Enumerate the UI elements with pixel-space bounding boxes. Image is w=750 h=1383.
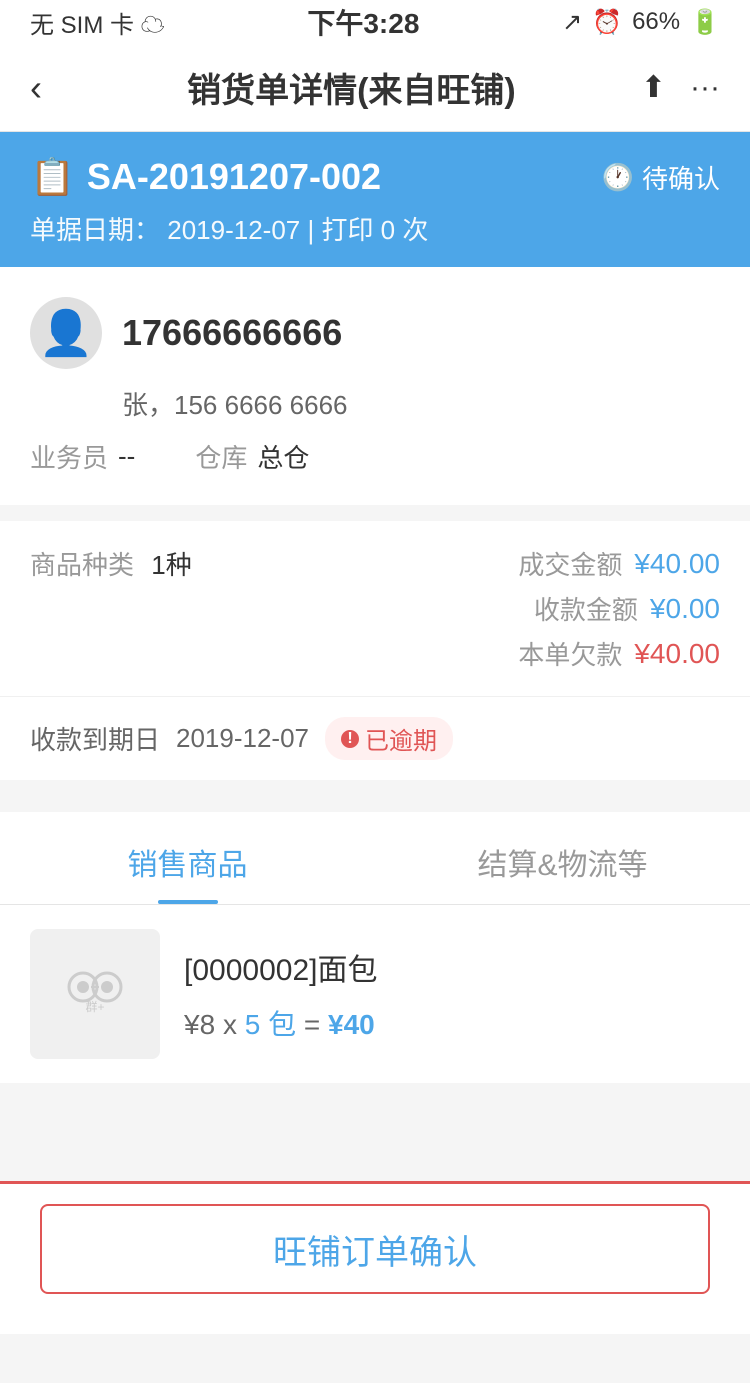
battery-icon: 🔋 <box>690 8 720 37</box>
tab-settlement[interactable]: 结算&物流等 <box>375 812 750 904</box>
page-title: 销货单详情(来自旺铺) <box>62 63 641 112</box>
location-icon: ↗ <box>562 8 582 37</box>
confirm-order-button[interactable]: 旺铺订单确认 <box>40 1204 710 1294</box>
divider-2 <box>0 780 750 796</box>
more-icon[interactable]: ··· <box>690 71 720 105</box>
product-qty: 5 <box>245 1009 261 1040</box>
price-equals: = <box>304 1009 328 1040</box>
order-status: 🕐 待确认 <box>602 159 720 196</box>
collected-label: 收款金额 <box>534 590 638 627</box>
nav-actions: ⬆ ··· <box>641 70 720 105</box>
date-label: 单据日期： <box>30 215 160 245</box>
thumb-logo: 群+ <box>45 964 145 1024</box>
price-per-unit: ¥8 <box>184 1009 215 1040</box>
order-header: 📋 SA-20191207-002 🕐 待确认 单据日期： 2019-12-07… <box>0 132 750 267</box>
owed-label: 本单欠款 <box>518 635 622 672</box>
order-icon: 📋 <box>30 156 75 198</box>
status-bar: 无 SIM 卡 ☁ 下午3:28 ↗ ⏰ 66% 🔋 <box>0 0 750 44</box>
avatar: 👤 <box>30 297 102 369</box>
alarm-icon: ⏰ <box>592 8 622 37</box>
order-id-text: SA-20191207-002 <box>87 156 381 198</box>
due-date-label: 收款到期日 <box>30 720 160 757</box>
tab-sales-goods[interactable]: 销售商品 <box>0 812 375 904</box>
print-info: | 打印 0 次 <box>307 215 428 245</box>
back-button[interactable]: ‹ <box>30 67 42 109</box>
status-right: ↗ ⏰ 66% 🔋 <box>562 8 720 37</box>
price-multiply: x <box>223 1009 245 1040</box>
product-name: [0000002]面包 <box>184 945 720 989</box>
customer-meta: 业务员 -- 仓库 总仓 <box>30 438 720 475</box>
product-total: ¥40 <box>328 1009 375 1040</box>
order-date: 2019-12-07 <box>167 215 300 245</box>
product-price: ¥8 x 5 包 = ¥40 <box>184 1003 720 1043</box>
collected-value: ¥0.00 <box>650 593 720 625</box>
order-id: 📋 SA-20191207-002 <box>30 156 381 198</box>
share-icon[interactable]: ⬆ <box>641 70 666 105</box>
customer-name: 张，156 6666 6666 <box>30 385 720 422</box>
warehouse-value: 总仓 <box>257 438 309 475</box>
deal-amount-label: 成交金额 <box>518 545 622 582</box>
warehouse-label: 仓库 <box>195 438 247 475</box>
status-left: 无 SIM 卡 ☁ <box>30 5 165 40</box>
deal-amount-row: 成交金额 ¥40.00 <box>518 545 720 582</box>
goods-type-value: 1种 <box>151 550 191 580</box>
owed-row: 本单欠款 ¥40.00 <box>518 635 720 672</box>
warehouse-item: 仓库 总仓 <box>195 438 309 475</box>
confirm-btn-area: 旺铺订单确认 <box>0 1181 750 1334</box>
overdue-dot-icon: ! <box>341 730 359 748</box>
salesperson-item: 业务员 -- <box>30 438 135 475</box>
due-section: 收款到期日 2019-12-07 ! 已逾期 <box>0 696 750 780</box>
tabs-row: 销售商品 结算&物流等 <box>0 812 750 904</box>
summary-row: 商品种类 1种 成交金额 ¥40.00 收款金额 ¥0.00 本单欠款 ¥40.… <box>30 545 720 672</box>
customer-phone: 17666666666 <box>122 312 342 354</box>
product-unit: 包 <box>268 1009 296 1040</box>
tabs-section: 销售商品 结算&物流等 <box>0 812 750 905</box>
tab-settlement-label: 结算&物流等 <box>477 849 647 882</box>
order-status-text: 待确认 <box>642 159 720 196</box>
clock-icon: 🕐 <box>602 162 634 193</box>
avatar-icon: 👤 <box>39 307 94 359</box>
collected-row: 收款金额 ¥0.00 <box>534 590 720 627</box>
amounts: 成交金额 ¥40.00 收款金额 ¥0.00 本单欠款 ¥40.00 <box>518 545 720 672</box>
customer-row: 👤 17666666666 <box>30 297 720 369</box>
order-date-row: 单据日期： 2019-12-07 | 打印 0 次 <box>30 210 720 247</box>
products-section: 群+ [0000002]面包 ¥8 x 5 包 = ¥40 <box>0 905 750 1083</box>
overdue-text: 已逾期 <box>365 721 437 756</box>
overdue-badge: ! 已逾期 <box>325 717 453 760</box>
product-info: [0000002]面包 ¥8 x 5 包 = ¥40 <box>184 945 720 1043</box>
product-item: 群+ [0000002]面包 ¥8 x 5 包 = ¥40 <box>30 929 720 1059</box>
status-time: 下午3:28 <box>307 2 419 42</box>
battery-text: 66% <box>632 8 680 36</box>
product-thumbnail: 群+ <box>30 929 160 1059</box>
goods-type: 商品种类 1种 <box>30 545 192 582</box>
deal-amount-value: ¥40.00 <box>634 548 720 580</box>
divider-1 <box>0 505 750 521</box>
salesperson-label: 业务员 <box>30 438 108 475</box>
goods-type-label: 商品种类 <box>30 550 134 580</box>
due-date-value: 2019-12-07 <box>176 723 309 754</box>
owed-value: ¥40.00 <box>634 638 720 670</box>
thumb-logo-eyes: 群+ <box>55 959 135 1029</box>
carrier-text: 无 SIM 卡 ☁ <box>30 5 165 40</box>
summary-section: 商品种类 1种 成交金额 ¥40.00 收款金额 ¥0.00 本单欠款 ¥40.… <box>0 521 750 696</box>
salesperson-value: -- <box>118 441 135 472</box>
customer-section: 👤 17666666666 张，156 6666 6666 业务员 -- 仓库 … <box>0 267 750 505</box>
nav-bar: ‹ 销货单详情(来自旺铺) ⬆ ··· <box>0 44 750 132</box>
tab-sales-label: 销售商品 <box>128 849 248 882</box>
svg-text:群+: 群+ <box>85 1000 104 1014</box>
order-id-row: 📋 SA-20191207-002 🕐 待确认 <box>30 156 720 198</box>
